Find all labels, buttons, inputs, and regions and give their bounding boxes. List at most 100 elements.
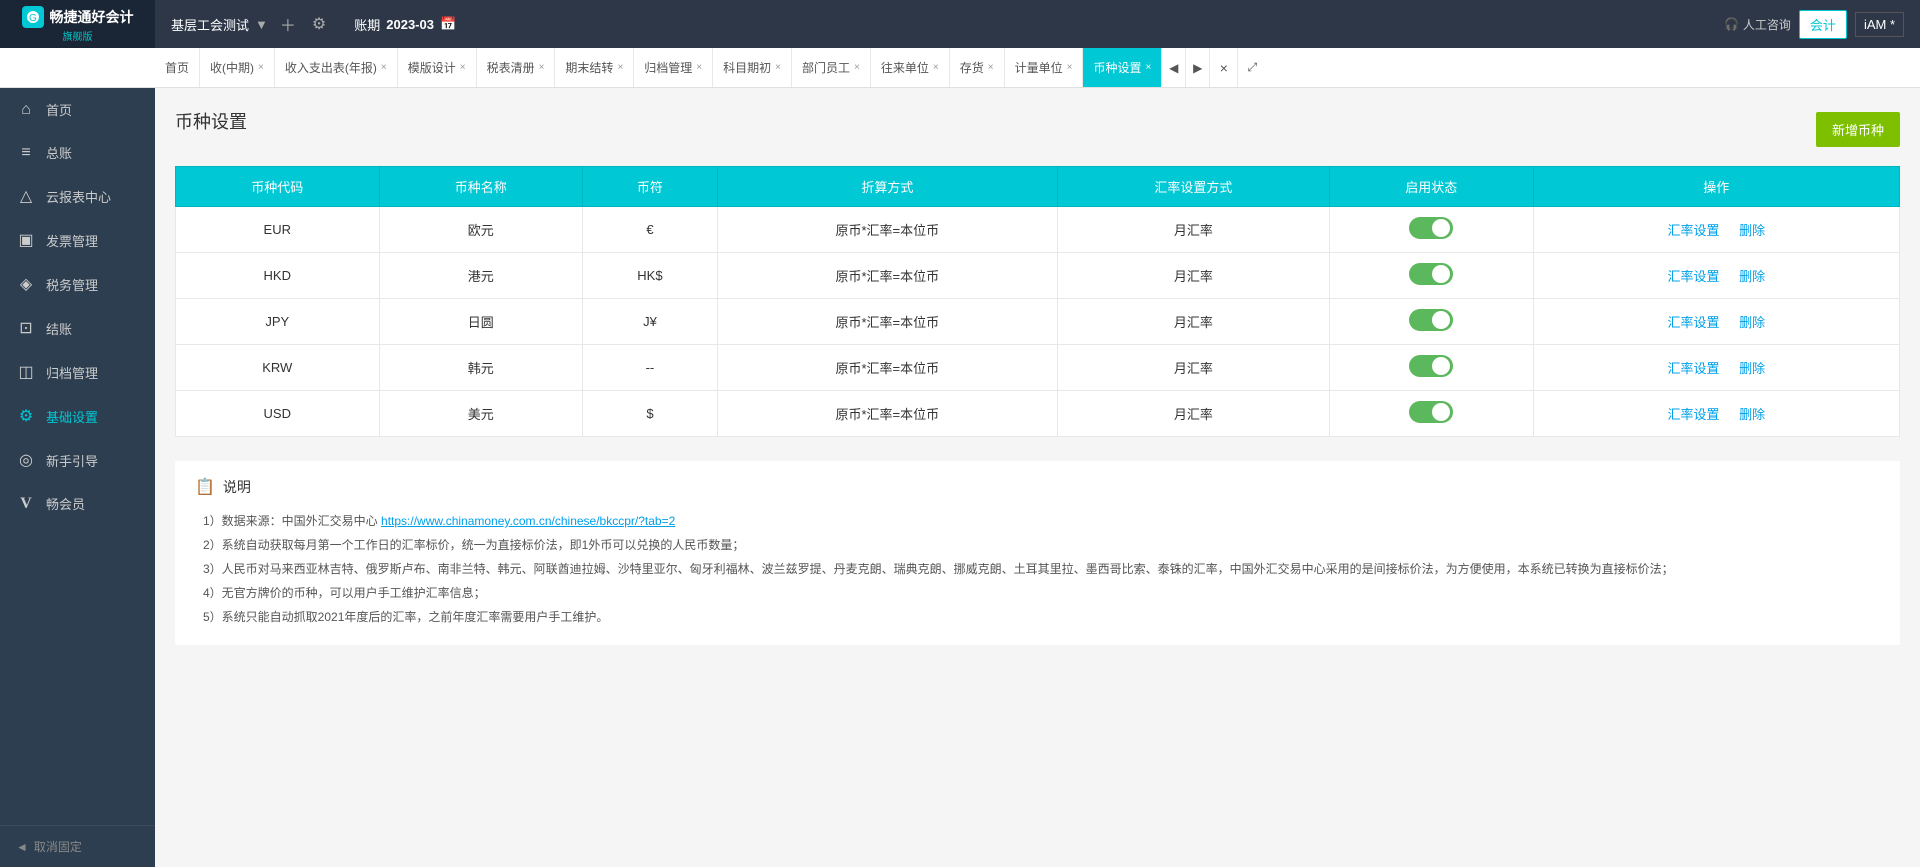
notice-item-3: 4）无官方牌价的币种，可以用户手工维护汇率信息； xyxy=(203,581,1880,605)
new-currency-button[interactable]: 新增币种 xyxy=(1816,112,1900,147)
tab-subject-init-close[interactable]: × xyxy=(775,62,781,73)
tab-currency-close[interactable]: × xyxy=(1145,62,1151,73)
tab-home[interactable]: 首页 xyxy=(155,48,200,88)
tab-mid-period-close[interactable]: × xyxy=(258,62,264,73)
notice-title-text: 说明 xyxy=(223,477,251,497)
delete-link-2[interactable]: 删除 xyxy=(1739,315,1765,330)
notice-item-0: 1）数据来源：中国外汇交易中心 https://www.chinamoney.c… xyxy=(203,509,1880,533)
tab-next-button[interactable]: ▶ xyxy=(1186,48,1210,88)
sidebar-member-label: 畅会员 xyxy=(46,494,85,513)
toggle-enabled-0[interactable] xyxy=(1409,217,1453,239)
tab-inventory-close[interactable]: × xyxy=(988,62,994,73)
delete-link-4[interactable]: 删除 xyxy=(1739,407,1765,422)
tab-contacts[interactable]: 往来单位 × xyxy=(871,48,950,88)
cell-symbol-0: € xyxy=(583,207,718,253)
currency-table: 币种代码 币种名称 币符 折算方式 汇率设置方式 启用状态 操作 EUR 欧元 … xyxy=(175,166,1900,437)
col-status: 启用状态 xyxy=(1330,167,1534,207)
sidebar-invoice-label: 发票管理 xyxy=(46,231,98,250)
settings-icon[interactable]: ⚙ xyxy=(308,10,330,38)
sidebar-tax-label: 税务管理 xyxy=(46,275,98,294)
tab-dept-staff[interactable]: 部门员工 × xyxy=(792,48,871,88)
tab-unit-close[interactable]: × xyxy=(1067,62,1073,73)
cell-toggle-2[interactable] xyxy=(1330,299,1534,345)
tab-tax-table-close[interactable]: × xyxy=(539,62,545,73)
tab-subject-init[interactable]: 科目期初 × xyxy=(713,48,792,88)
rate-setting-link-3[interactable]: 汇率设置 xyxy=(1667,361,1719,376)
sidebar-guide-label: 新手引导 xyxy=(46,451,98,470)
tab-annual-report-label: 收入支出表(年报) xyxy=(285,59,377,76)
tab-prev-button[interactable]: ◀ xyxy=(1162,48,1186,88)
top-center: 基层工会测试 ▼ ＋ ⚙ 账期 2023-03 📅 xyxy=(155,8,1708,40)
sidebar-item-guide[interactable]: ◎ 新手引导 xyxy=(0,438,155,482)
tab-mid-period[interactable]: 收(中期) × xyxy=(200,48,275,88)
customer-service[interactable]: 🎧 人工咨询 xyxy=(1724,16,1791,33)
cell-code-0: EUR xyxy=(176,207,380,253)
cell-toggle-1[interactable] xyxy=(1330,253,1534,299)
tab-expand-button[interactable]: ⤢ xyxy=(1238,48,1266,88)
tab-contacts-close[interactable]: × xyxy=(933,62,939,73)
tab-period-end[interactable]: 期末结转 × xyxy=(555,48,634,88)
period-label: 账期 xyxy=(354,15,380,34)
cell-toggle-4[interactable] xyxy=(1330,391,1534,437)
tab-period-end-label: 期末结转 xyxy=(565,59,613,76)
rate-setting-link-1[interactable]: 汇率设置 xyxy=(1667,269,1719,284)
rate-setting-link-0[interactable]: 汇率设置 xyxy=(1667,223,1719,238)
tab-inventory[interactable]: 存货 × xyxy=(950,48,1005,88)
toggle-enabled-2[interactable] xyxy=(1409,309,1453,331)
sidebar-item-settings[interactable]: ⚙ 基础设置 xyxy=(0,394,155,438)
sidebar-item-ledger[interactable]: ≡ 总账 xyxy=(0,131,155,174)
tab-unit[interactable]: 计量单位 × xyxy=(1005,48,1084,88)
tab-archive[interactable]: 归档管理 × xyxy=(634,48,713,88)
tab-close-all-button[interactable]: × xyxy=(1210,48,1238,88)
toggle-enabled-1[interactable] xyxy=(1409,263,1453,285)
sidebar-item-settlement[interactable]: ⊡ 结账 xyxy=(0,306,155,350)
top-bar: G 畅捷通好会计 旗舰版 基层工会测试 ▼ ＋ ⚙ 账期 2023-03 📅 🎧… xyxy=(0,0,1920,48)
archive-icon: ◫ xyxy=(16,362,36,382)
tab-template-close[interactable]: × xyxy=(460,62,466,73)
tab-currency[interactable]: 币种设置 × xyxy=(1083,48,1162,88)
cell-calc-1: 原币*汇率=本位币 xyxy=(717,253,1057,299)
rate-setting-link-4[interactable]: 汇率设置 xyxy=(1667,407,1719,422)
sidebar-pin-toggle[interactable]: ◄ 取消固定 xyxy=(0,825,155,867)
top-right: 🎧 人工咨询 会计 iAM * xyxy=(1708,10,1920,39)
sidebar-item-invoice[interactable]: ▣ 发票管理 xyxy=(0,218,155,262)
tab-period-end-close[interactable]: × xyxy=(617,62,623,73)
company-dropdown-icon[interactable]: ▼ xyxy=(255,17,268,32)
company-name: 基层工会测试 xyxy=(171,15,249,34)
delete-link-0[interactable]: 删除 xyxy=(1739,223,1765,238)
header-row: 币种设置 新增币种 xyxy=(175,108,1900,150)
iam-label[interactable]: iAM * xyxy=(1855,12,1904,37)
calendar-icon[interactable]: 📅 xyxy=(440,16,456,32)
sidebar-item-home[interactable]: ⌂ 首页 xyxy=(0,88,155,131)
tab-annual-report[interactable]: 收入支出表(年报) × xyxy=(275,48,398,88)
tab-mid-period-label: 收(中期) xyxy=(210,59,254,76)
table-row: EUR 欧元 € 原币*汇率=本位币 月汇率 汇率设置 删除 xyxy=(176,207,1900,253)
toggle-enabled-4[interactable] xyxy=(1409,401,1453,423)
add-tab-button[interactable]: ＋ xyxy=(276,8,300,40)
cell-symbol-1: HK$ xyxy=(583,253,718,299)
rate-setting-link-2[interactable]: 汇率设置 xyxy=(1667,315,1719,330)
tab-template[interactable]: 模版设计 × xyxy=(398,48,477,88)
sidebar-item-archive[interactable]: ◫ 归档管理 xyxy=(0,350,155,394)
notice-link[interactable]: https://www.chinamoney.com.cn/chinese/bk… xyxy=(381,514,675,528)
tab-subject-init-label: 科目期初 xyxy=(723,59,771,76)
delete-link-3[interactable]: 删除 xyxy=(1739,361,1765,376)
tab-archive-close[interactable]: × xyxy=(696,62,702,73)
sidebar-item-reports[interactable]: △ 云报表中心 xyxy=(0,174,155,218)
toggle-enabled-3[interactable] xyxy=(1409,355,1453,377)
cell-calc-3: 原币*汇率=本位币 xyxy=(717,345,1057,391)
sidebar-item-tax[interactable]: ◈ 税务管理 xyxy=(0,262,155,306)
tab-tax-table[interactable]: 税表清册 × xyxy=(477,48,556,88)
tab-template-label: 模版设计 xyxy=(408,59,456,76)
tab-dept-staff-close[interactable]: × xyxy=(854,62,860,73)
logo-sub: 旗舰版 xyxy=(63,28,93,43)
cell-toggle-3[interactable] xyxy=(1330,345,1534,391)
table-row: USD 美元 $ 原币*汇率=本位币 月汇率 汇率设置 删除 xyxy=(176,391,1900,437)
tab-annual-report-close[interactable]: × xyxy=(381,62,387,73)
header-container: 币种设置 新增币种 xyxy=(175,108,1900,150)
sidebar-item-member[interactable]: V 畅会员 xyxy=(0,482,155,525)
kuaiji-button[interactable]: 会计 xyxy=(1799,10,1847,39)
company-selector[interactable]: 基层工会测试 ▼ xyxy=(171,15,268,34)
delete-link-1[interactable]: 删除 xyxy=(1739,269,1765,284)
cell-toggle-0[interactable] xyxy=(1330,207,1534,253)
